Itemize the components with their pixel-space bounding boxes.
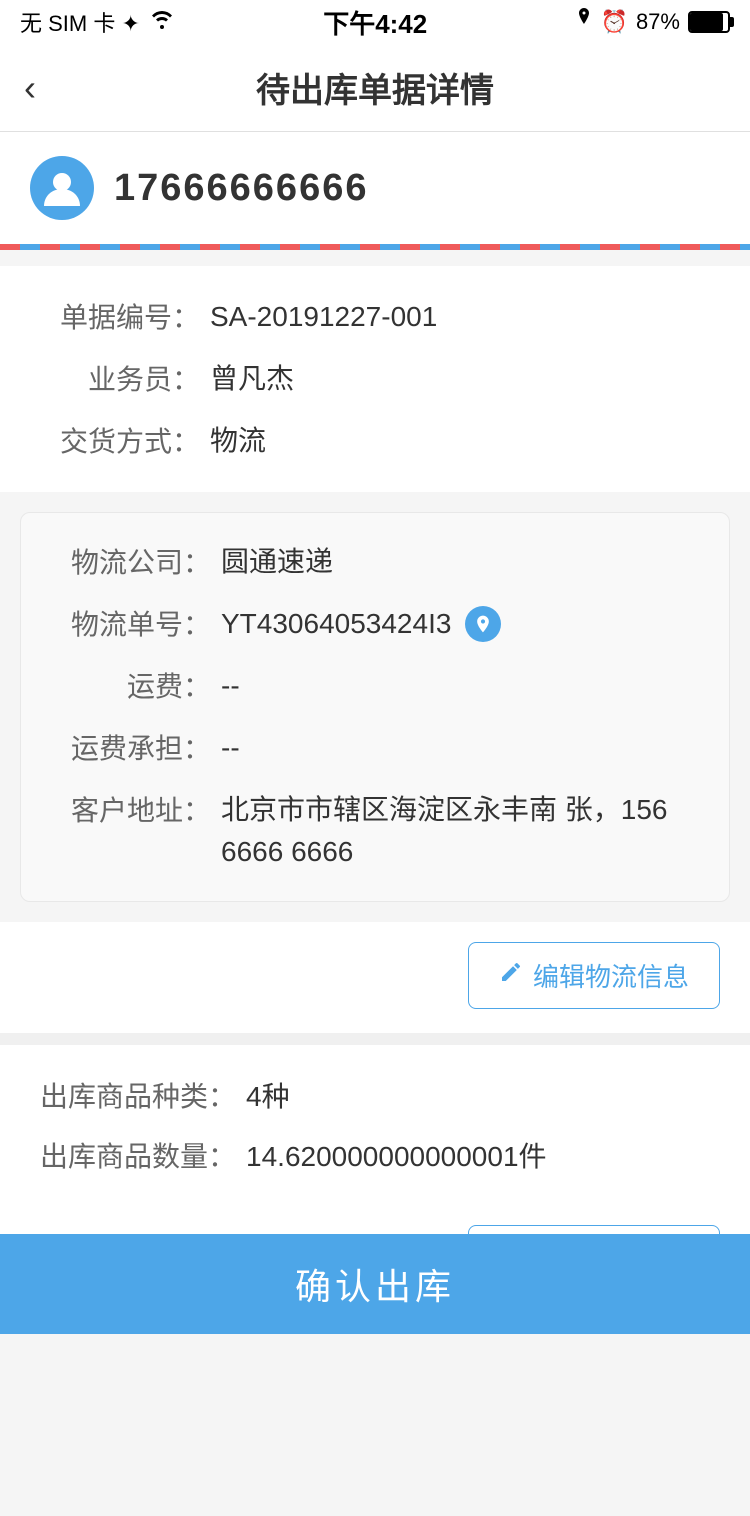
product-quantity-row: 出库商品数量： 14.620000000000001件 xyxy=(40,1135,710,1175)
freight-row: 运费： -- xyxy=(51,665,699,707)
freight-label: 运费： xyxy=(51,665,211,705)
location-active-icon xyxy=(575,8,593,36)
product-quantity-value: 14.620000000000001件 xyxy=(246,1135,547,1175)
customer-header: 17666666666 xyxy=(0,132,750,244)
battery-icon xyxy=(688,11,730,33)
status-bar-left: 无 SIM 卡 ✦ xyxy=(20,6,176,38)
freight-bearer-row: 运费承担： -- xyxy=(51,727,699,769)
customer-phone: 17666666666 xyxy=(114,167,368,210)
sales-person-row: 业务员： 曾凡杰 xyxy=(40,358,710,400)
edit-logistics-area: 编辑物流信息 xyxy=(0,922,750,1033)
nav-bar: ‹ 待出库单据详情 xyxy=(0,44,750,132)
confirm-button-bar[interactable]: 确认出库 xyxy=(0,1234,750,1334)
address-label: 客户地址： xyxy=(51,789,211,829)
confirm-button-label: 确认出库 xyxy=(295,1258,455,1310)
status-bar: 无 SIM 卡 ✦ 下午4:42 ⏰ 87% xyxy=(0,0,750,44)
status-bar-right: ⏰ 87% xyxy=(575,8,730,36)
product-types-row: 出库商品种类： 4种 xyxy=(40,1075,710,1115)
logistics-company-value: 圆通速递 xyxy=(221,541,699,583)
delivery-method-label: 交货方式： xyxy=(40,420,200,460)
status-bar-time: 下午4:42 xyxy=(323,4,427,41)
tracking-number-row: 物流单号： YT43064053424I3 xyxy=(51,603,699,645)
bottom-spacer xyxy=(0,1316,750,1516)
freight-bearer-value: -- xyxy=(221,727,699,769)
wifi-icon xyxy=(148,9,176,35)
page-title: 待出库单据详情 xyxy=(256,63,494,112)
tracking-location-icon[interactable] xyxy=(465,606,501,642)
delivery-method-value: 物流 xyxy=(210,420,710,462)
address-value: 北京市市辖区海淀区永丰南 张，156 6666 6666 xyxy=(221,789,699,873)
freight-bearer-label: 运费承担： xyxy=(51,727,211,767)
avatar xyxy=(30,156,94,220)
alarm-icon: ⏰ xyxy=(601,9,628,35)
battery-text: 87% xyxy=(636,9,680,35)
dashed-divider xyxy=(0,244,750,250)
freight-value: -- xyxy=(221,665,699,707)
address-row: 客户地址： 北京市市辖区海淀区永丰南 张，156 6666 6666 xyxy=(51,789,699,873)
logistics-card: 物流公司： 圆通速递 物流单号： YT43064053424I3 运费： -- … xyxy=(20,512,730,902)
tracking-number-value: YT43064053424I3 xyxy=(221,603,699,645)
edit-logistics-label: 编辑物流信息 xyxy=(533,957,689,994)
logistics-company-label: 物流公司： xyxy=(51,541,211,581)
document-number-label: 单据编号： xyxy=(40,296,200,336)
product-types-value: 4种 xyxy=(246,1075,290,1115)
sales-person-label: 业务员： xyxy=(40,358,200,398)
edit-logistics-button[interactable]: 编辑物流信息 xyxy=(468,942,720,1009)
product-summary-section: 出库商品种类： 4种 出库商品数量： 14.620000000000001件 xyxy=(0,1045,750,1205)
edit-icon xyxy=(499,960,523,991)
document-number-row: 单据编号： SA-20191227-001 xyxy=(40,296,710,338)
sales-person-value: 曾凡杰 xyxy=(210,358,710,400)
logistics-company-row: 物流公司： 圆通速递 xyxy=(51,541,699,583)
delivery-method-row: 交货方式： 物流 xyxy=(40,420,710,462)
tracking-number-label: 物流单号： xyxy=(51,603,211,643)
back-button[interactable]: ‹ xyxy=(24,67,36,109)
section-divider xyxy=(0,1033,750,1045)
product-types-label: 出库商品种类： xyxy=(40,1075,236,1115)
product-quantity-label: 出库商品数量： xyxy=(40,1135,236,1175)
basic-info-section: 单据编号： SA-20191227-001 业务员： 曾凡杰 交货方式： 物流 xyxy=(0,266,750,492)
sim-text: 无 SIM 卡 ✦ xyxy=(20,6,140,38)
document-number-value: SA-20191227-001 xyxy=(210,296,710,338)
